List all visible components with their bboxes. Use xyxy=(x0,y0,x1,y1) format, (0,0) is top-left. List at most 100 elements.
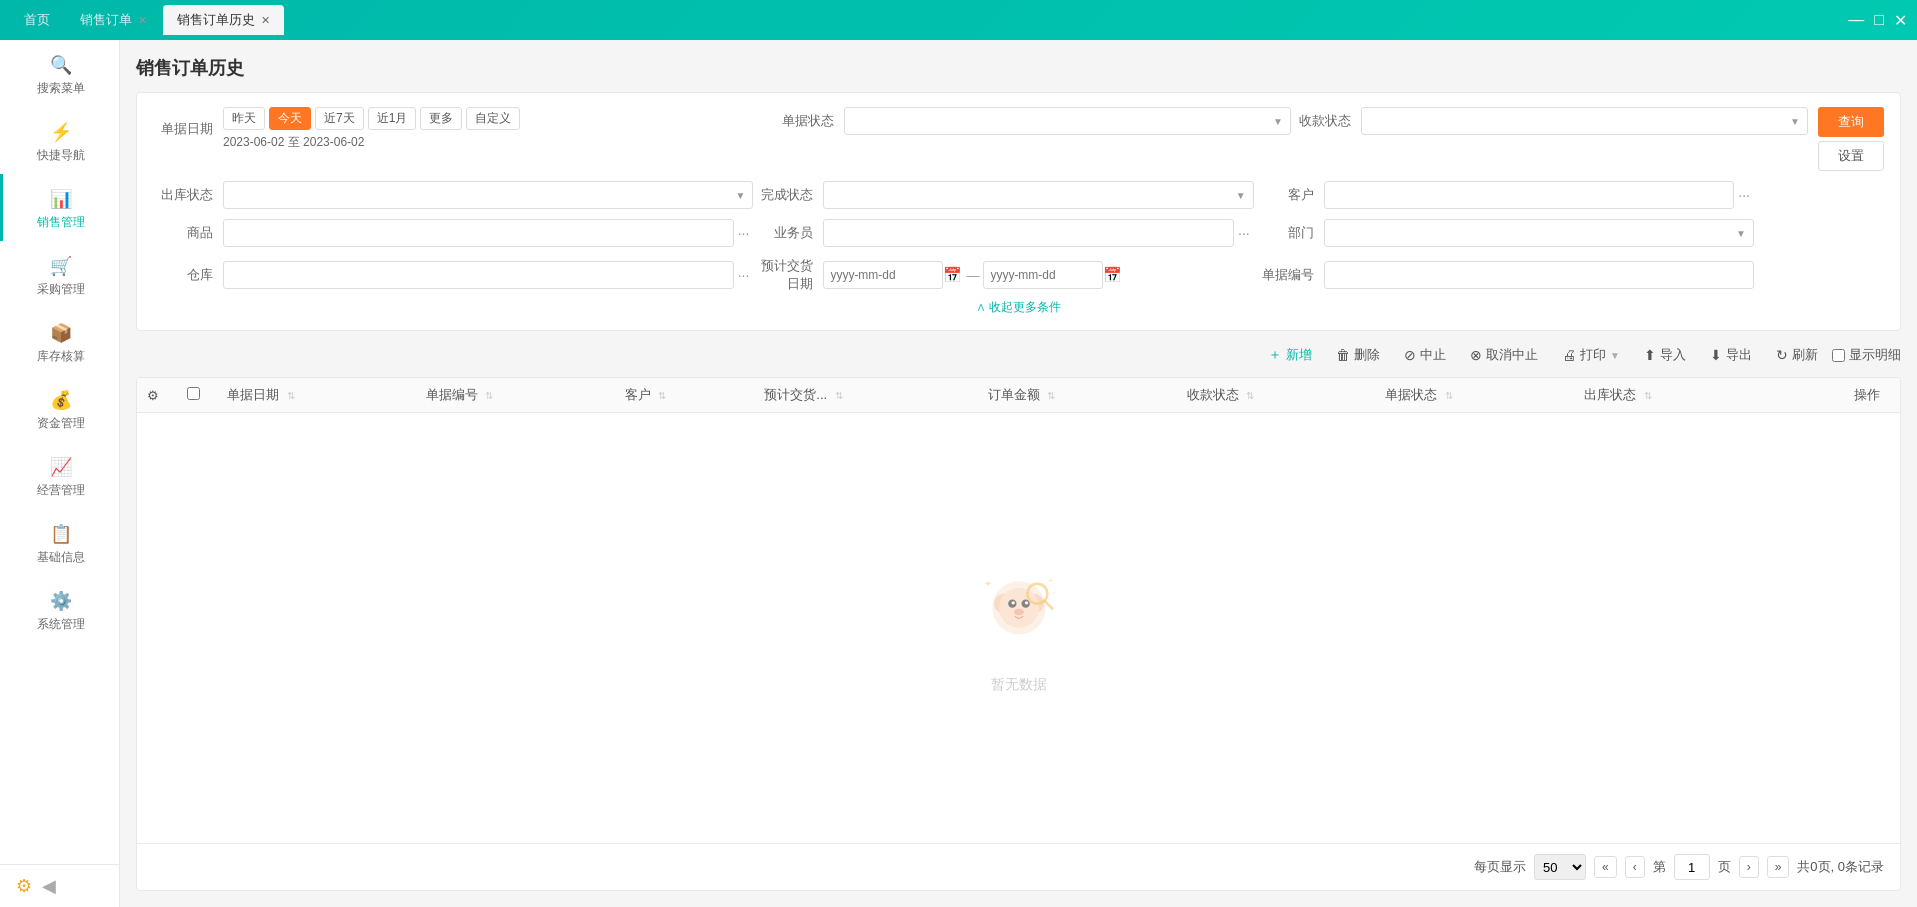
order-number-label: 单据编号 xyxy=(1254,266,1324,284)
action-area: ＋ 新增 🗑 删除 ⊘ 中止 ⊗ 取消中止 🖨 打印 ▼ ⬆ 导 xyxy=(136,341,1901,369)
refresh-button[interactable]: ↻ 刷新 xyxy=(1766,341,1828,369)
svg-point-6 xyxy=(1011,601,1014,604)
product-label: 商品 xyxy=(153,224,223,242)
date-btn-today[interactable]: 今天 xyxy=(269,107,311,130)
tab-sales-order-close[interactable]: ✕ xyxy=(138,14,147,27)
warehouse-more-icon[interactable]: ··· xyxy=(734,267,754,283)
import-button[interactable]: ⬆ 导入 xyxy=(1634,341,1696,369)
sidebar-item-operations[interactable]: 📈 经营管理 xyxy=(0,442,119,509)
date-btn-more[interactable]: 更多 xyxy=(420,107,462,130)
sidebar-item-finance[interactable]: 💰 资金管理 xyxy=(0,375,119,442)
export-button[interactable]: ⬇ 导出 xyxy=(1700,341,1762,369)
page-size-label: 每页显示 xyxy=(1474,858,1526,876)
window-min-icon[interactable]: — xyxy=(1848,11,1864,29)
order-number-input[interactable] xyxy=(1324,261,1754,289)
prev-page-button[interactable]: ‹ xyxy=(1625,856,1645,878)
department-select[interactable] xyxy=(1324,219,1754,247)
salesperson-input[interactable] xyxy=(823,219,1234,247)
date-btn-1month[interactable]: 近1月 xyxy=(368,107,417,130)
salesperson-more-icon[interactable]: ··· xyxy=(1234,225,1254,241)
th-outbound-status[interactable]: 出库状态 ⇅ xyxy=(1574,378,1773,413)
stop-icon: ⊘ xyxy=(1404,347,1416,363)
salesperson-label: 业务员 xyxy=(753,224,823,242)
warehouse-input[interactable] xyxy=(223,261,734,289)
next-page-button[interactable]: › xyxy=(1739,856,1759,878)
table-settings-icon[interactable]: ⚙ xyxy=(147,388,159,403)
date-btn-yesterday[interactable]: 昨天 xyxy=(223,107,265,130)
sidebar-item-system[interactable]: ⚙️ 系统管理 xyxy=(0,576,119,643)
add-button[interactable]: ＋ 新增 xyxy=(1258,341,1322,369)
print-button[interactable]: 🖨 打印 ▼ xyxy=(1552,341,1630,369)
svg-text:✦: ✦ xyxy=(1048,577,1054,584)
export-label: 导出 xyxy=(1726,346,1752,364)
calendar-start-icon[interactable]: 📅 xyxy=(943,266,962,284)
completion-status-select[interactable] xyxy=(823,181,1253,209)
settings-button[interactable]: 设置 xyxy=(1818,141,1884,171)
th-number[interactable]: 单据编号 ⇅ xyxy=(416,378,615,413)
th-delivery[interactable]: 预计交货... ⇅ xyxy=(754,378,977,413)
sidebar-item-inventory-label: 库存核算 xyxy=(37,348,85,365)
sidebar: 🔍 搜索菜单 ⚡ 快捷导航 📊 销售管理 🛒 采购管理 📦 库存核算 💰 资金管… xyxy=(0,40,120,907)
th-customer[interactable]: 客户 ⇅ xyxy=(615,378,755,413)
th-receipt-status[interactable]: 收款状态 ⇅ xyxy=(1177,378,1376,413)
show-detail-toggle[interactable]: 显示明细 xyxy=(1832,346,1901,364)
date-btn-7days[interactable]: 近7天 xyxy=(315,107,364,130)
delete-button[interactable]: 🗑 删除 xyxy=(1326,341,1390,369)
last-page-button[interactable]: » xyxy=(1767,856,1790,878)
show-detail-checkbox-input[interactable] xyxy=(1832,349,1845,362)
page-number-input[interactable] xyxy=(1674,854,1710,880)
sidebar-item-quick-nav[interactable]: ⚡ 快捷导航 xyxy=(0,107,119,174)
customer-more-icon[interactable]: ··· xyxy=(1734,187,1754,203)
select-all-checkbox[interactable] xyxy=(187,387,200,400)
calendar-end-icon[interactable]: 📅 xyxy=(1103,266,1122,284)
stop-label: 中止 xyxy=(1420,346,1446,364)
basics-icon: 📋 xyxy=(50,523,72,545)
tab-home[interactable]: 首页 xyxy=(10,5,64,35)
tab-sales-order-history[interactable]: 销售订单历史 ✕ xyxy=(163,5,284,35)
filter-area: 单据日期 昨天 今天 近7天 近1月 更多 自定义 2023-06-02 至 2… xyxy=(136,92,1901,331)
window-max-icon[interactable]: □ xyxy=(1874,11,1884,29)
add-label: 新增 xyxy=(1286,346,1312,364)
collapse-bar[interactable]: ∧ 收起更多条件 xyxy=(153,299,1884,316)
show-detail-label: 显示明细 xyxy=(1849,346,1901,364)
delivery-date-start[interactable] xyxy=(823,261,943,289)
delivery-date-end[interactable] xyxy=(983,261,1103,289)
refresh-icon: ↻ xyxy=(1776,347,1788,363)
th-order-status[interactable]: 单据状态 ⇅ xyxy=(1375,378,1574,413)
sidebar-item-basics[interactable]: 📋 基础信息 xyxy=(0,509,119,576)
tab-sales-order-history-close[interactable]: ✕ xyxy=(261,14,270,27)
date-label: 单据日期 xyxy=(153,120,223,138)
th-checkbox[interactable] xyxy=(177,378,217,413)
sidebar-item-search-menu[interactable]: 🔍 搜索菜单 xyxy=(0,40,119,107)
svg-point-7 xyxy=(1024,601,1027,604)
window-close-icon[interactable]: ✕ xyxy=(1894,11,1907,30)
main-content: 销售订单历史 单据日期 昨天 今天 近7天 近1月 更多 自定义 xyxy=(120,40,1917,907)
sidebar-item-search-menu-label: 搜索菜单 xyxy=(37,80,85,97)
sidebar-item-purchase[interactable]: 🛒 采购管理 xyxy=(0,241,119,308)
order-status-select[interactable] xyxy=(844,107,1291,135)
first-page-button[interactable]: « xyxy=(1594,856,1617,878)
stop-button[interactable]: ⊘ 中止 xyxy=(1394,341,1456,369)
receipt-status-select[interactable] xyxy=(1361,107,1808,135)
th-settings[interactable]: ⚙ xyxy=(137,378,177,413)
sort-order-status-icon: ⇅ xyxy=(1445,390,1453,401)
sidebar-item-inventory[interactable]: 📦 库存核算 xyxy=(0,308,119,375)
query-button[interactable]: 查询 xyxy=(1818,107,1884,137)
empty-text: 暂无数据 xyxy=(991,676,1047,694)
product-input[interactable] xyxy=(223,219,734,247)
sidebar-collapse-icon[interactable]: ◀ xyxy=(42,875,56,897)
th-amount[interactable]: 订单金额 ⇅ xyxy=(978,378,1177,413)
tab-sales-order[interactable]: 销售订单 ✕ xyxy=(66,5,161,35)
date-btn-custom[interactable]: 自定义 xyxy=(466,107,520,130)
page-size-select[interactable]: 50 10 20 100 xyxy=(1534,854,1586,880)
outbound-status-select[interactable] xyxy=(223,181,753,209)
product-more-icon[interactable]: ··· xyxy=(734,225,754,241)
page-title: 销售订单历史 xyxy=(136,56,1901,80)
sidebar-settings-icon[interactable]: ⚙ xyxy=(16,875,32,897)
cancel-stop-button[interactable]: ⊗ 取消中止 xyxy=(1460,341,1548,369)
svg-text:✦: ✦ xyxy=(984,578,992,589)
sidebar-item-sales[interactable]: 📊 销售管理 xyxy=(0,174,119,241)
customer-input[interactable] xyxy=(1324,181,1735,209)
sidebar-item-purchase-label: 采购管理 xyxy=(37,281,85,298)
th-date[interactable]: 单据日期 ⇅ xyxy=(217,378,416,413)
